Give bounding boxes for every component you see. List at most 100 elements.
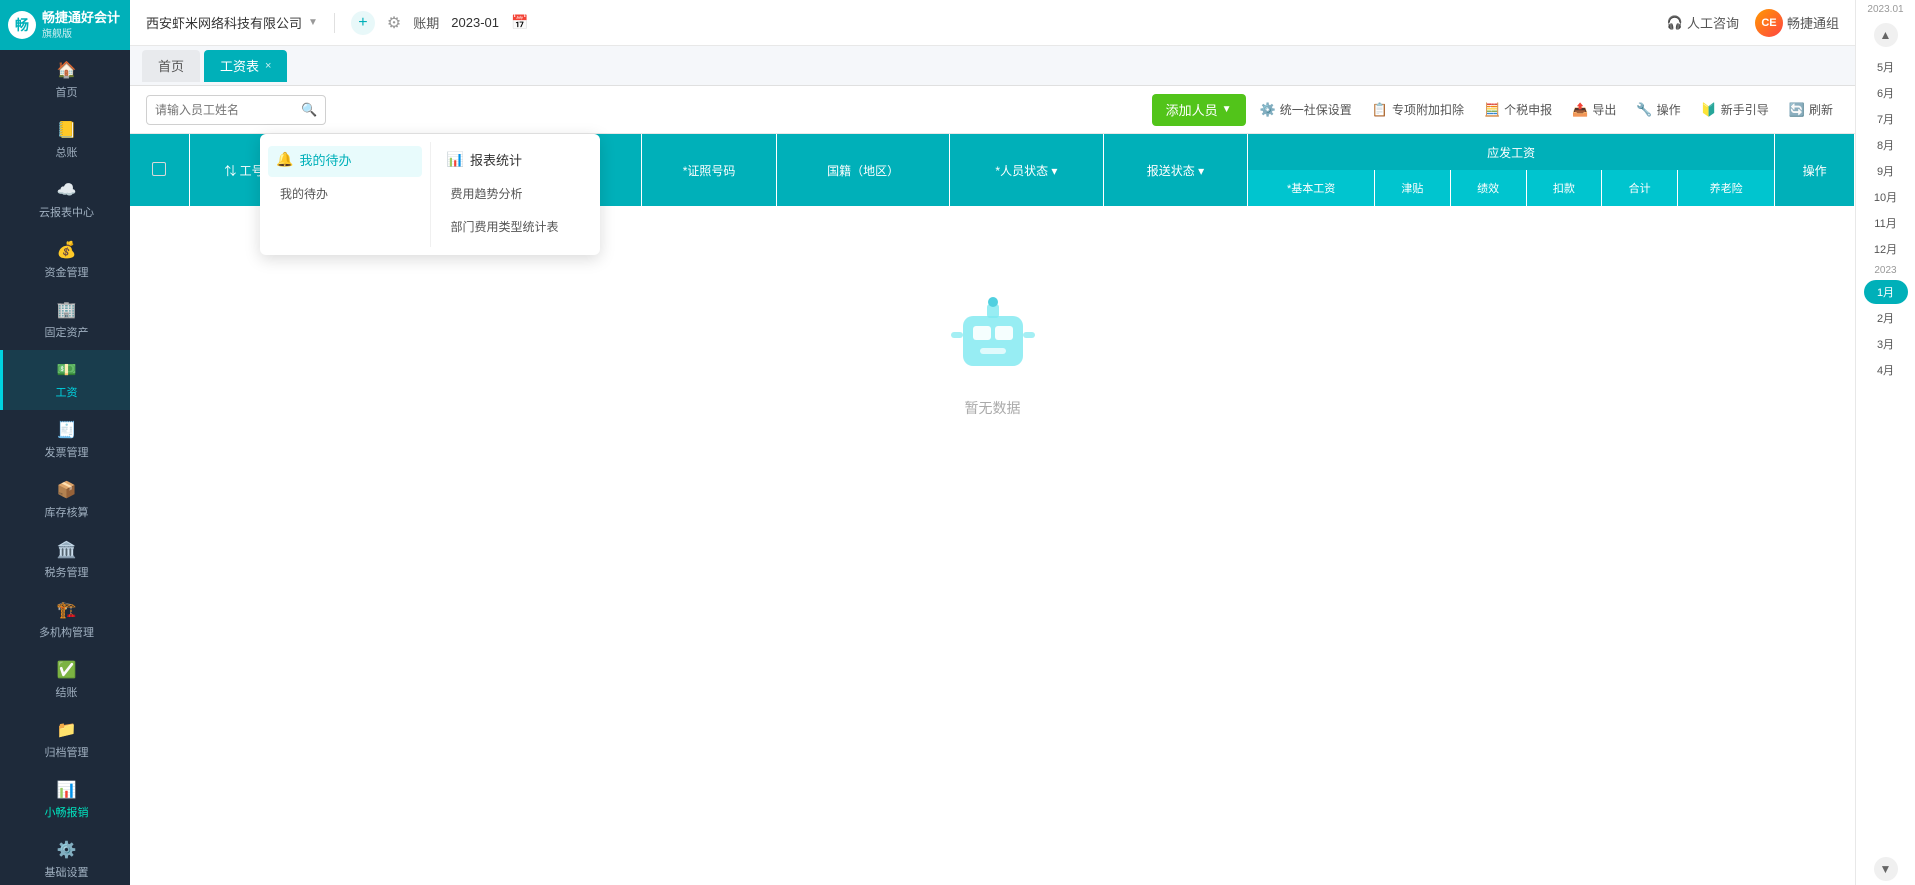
- col2-title-label: 报表统计: [470, 150, 522, 169]
- timeline-month-m4[interactable]: 4月: [1864, 358, 1908, 382]
- sidebar-label-xiaochang: 小畅报销: [45, 804, 89, 820]
- tab-payroll-tab[interactable]: 工资表×: [204, 50, 287, 82]
- timeline-panel: 2023.01 ▲ 5月6月7月8月9月10月11月12月20231月2月3月4…: [1855, 0, 1915, 885]
- search-input[interactable]: [155, 103, 295, 117]
- add-person-arrow: ▼: [1222, 104, 1232, 115]
- toolbar-action-special-deduction[interactable]: 📋专项附加扣除: [1366, 95, 1470, 125]
- timeline-month-m7[interactable]: 7月: [1864, 107, 1908, 131]
- sidebar-label-closing: 结账: [56, 684, 78, 700]
- sidebar-item-inventory[interactable]: 📦库存核算: [0, 470, 130, 530]
- dropdown-col1-title: 🔔 我的待办: [268, 146, 422, 177]
- dropdown-col-1: 🔔 我的待办 我的待办: [260, 134, 430, 255]
- toolbar-action-refresh[interactable]: 🔄刷新: [1783, 95, 1839, 125]
- toolbar-action-new-guide[interactable]: 🔰新手引导: [1695, 95, 1775, 125]
- sidebar-icon-inventory: 📦: [57, 480, 77, 500]
- sidebar-item-fixed-asset[interactable]: 🏢固定资产: [0, 290, 130, 350]
- col-header-checkbox[interactable]: [130, 134, 189, 206]
- timeline-month-m3[interactable]: 3月: [1864, 332, 1908, 356]
- dropdown-popup: 🔔 我的待办 我的待办 📊 报表统计 费用趋势分析 部门费用类型统计表: [260, 134, 600, 255]
- sidebar-item-closing[interactable]: ✅ 结账: [0, 650, 130, 710]
- timeline-month-m1[interactable]: 1月: [1864, 280, 1908, 304]
- select-all-checkbox[interactable]: [152, 162, 166, 176]
- add-person-button[interactable]: 添加人员 ▼: [1152, 94, 1246, 126]
- sidebar-icon-ledger: 📒: [57, 120, 77, 140]
- calendar-icon[interactable]: 📅: [511, 14, 528, 31]
- sidebar: 畅 畅捷通好会计 旗舰版 🏠首页 📒 总账 ☁️云报表中心💰资金管理🏢固定资产💵工资🧾…: [0, 0, 130, 885]
- timeline-scroll-down-btn[interactable]: ▼: [1874, 857, 1898, 881]
- col-header-basic-wage: *基本工资: [1248, 170, 1375, 206]
- settings-icon[interactable]: ⚙: [387, 13, 401, 33]
- app-name: 畅捷通好会计: [42, 10, 120, 26]
- sidebar-item-archive[interactable]: 📁归档管理: [0, 710, 130, 770]
- timeline-month-m6[interactable]: 6月: [1864, 81, 1908, 105]
- sidebar-icon-tax: 🏛️: [57, 540, 77, 560]
- sidebar-item-multi-org[interactable]: 🏗️多机构管理: [0, 590, 130, 650]
- action-label-export: 导出: [1592, 101, 1616, 118]
- sidebar-item-payroll[interactable]: 💵工资: [0, 350, 130, 410]
- sidebar-label-payroll: 工资: [56, 384, 78, 400]
- sidebar-label-multi-org: 多机构管理: [39, 624, 94, 640]
- sidebar-item-fund[interactable]: 💰资金管理: [0, 230, 130, 290]
- avatar: CE: [1755, 9, 1783, 37]
- sidebar-item-invoice[interactable]: 🧾发票管理: [0, 410, 130, 470]
- customer-service-btn[interactable]: 🎧 人工咨询: [1667, 13, 1739, 32]
- col-header-nationality: 国籍（地区）: [777, 134, 950, 206]
- col-header-person-status: *人员状态 ▾: [950, 134, 1104, 206]
- timeline-months: 5月6月7月8月9月10月11月12月20231月2月3月4月: [1864, 51, 1908, 853]
- dropdown-item-dept-cost[interactable]: 部门费用类型统计表: [431, 210, 601, 243]
- sidebar-icon-closing: ✅: [57, 660, 77, 680]
- dropdown-item-cost-trend[interactable]: 费用趋势分析: [431, 177, 601, 210]
- timeline-month-m12[interactable]: 12月: [1864, 237, 1908, 261]
- user-info[interactable]: CE 畅捷通组: [1755, 9, 1839, 37]
- add-person-label: 添加人员: [1166, 100, 1218, 119]
- toolbar-action-social-insurance[interactable]: ⚙️统一社保设置: [1254, 95, 1358, 125]
- company-select[interactable]: 西安虾米网络科技有限公司 ▼: [146, 13, 318, 32]
- search-icon[interactable]: 🔍: [301, 102, 317, 118]
- action-icon-operations: 🔧: [1636, 102, 1652, 118]
- timeline-month-m2[interactable]: 2月: [1864, 306, 1908, 330]
- action-label-new-guide: 新手引导: [1721, 101, 1769, 118]
- sidebar-icon-fixed-asset: 🏢: [57, 300, 77, 320]
- todo-icon: 🔔: [276, 151, 293, 168]
- dropdown-col-2: 📊 报表统计 费用趋势分析 部门费用类型统计表: [431, 134, 601, 255]
- tab-close-payroll-tab[interactable]: ×: [265, 60, 271, 72]
- col-header-bonus: 绩效: [1450, 170, 1526, 206]
- app-logo: 畅 畅捷通好会计 旗舰版: [0, 0, 130, 50]
- app-sub: 旗舰版: [42, 25, 120, 40]
- dropdown-col2-title: 📊 报表统计: [431, 146, 601, 177]
- sidebar-item-ledger[interactable]: 📒 总账: [0, 110, 130, 170]
- timeline-month-m9[interactable]: 9月: [1864, 159, 1908, 183]
- sidebar-label-archive: 归档管理: [45, 744, 89, 760]
- action-label-operations: 操作: [1657, 101, 1681, 118]
- col-header-deduct: 扣款: [1526, 170, 1602, 206]
- sidebar-label-invoice: 发票管理: [45, 444, 89, 460]
- timeline-month-m11[interactable]: 11月: [1864, 211, 1908, 235]
- tab-home-tab[interactable]: 首页: [142, 50, 200, 82]
- user-name: 畅捷通组: [1787, 13, 1839, 32]
- sidebar-item-cloud-report[interactable]: ☁️云报表中心: [0, 170, 130, 230]
- timeline-scroll-up-btn[interactable]: ▲: [1874, 23, 1898, 47]
- toolbar-action-tax-declare[interactable]: 🧮个税申报: [1478, 95, 1558, 125]
- sidebar-item-xiaochang[interactable]: 📊 小畅报销: [0, 770, 130, 830]
- add-company-button[interactable]: +: [351, 11, 375, 35]
- dropdown-item-my-todo[interactable]: 我的待办: [260, 177, 430, 210]
- sidebar-item-tax[interactable]: 🏛️税务管理: [0, 530, 130, 590]
- tab-bar: 首页工资表×: [130, 46, 1855, 86]
- sidebar-item-home[interactable]: 🏠首页: [0, 50, 130, 110]
- toolbar-action-export[interactable]: 📤导出: [1566, 95, 1622, 125]
- timeline-month-m8[interactable]: 8月: [1864, 133, 1908, 157]
- main-area: 西安虾米网络科技有限公司 ▼ + ⚙ 账期 2023-01 📅 🎧 人工咨询 C…: [130, 0, 1855, 885]
- sidebar-item-basic-settings[interactable]: ⚙️基础设置: [0, 830, 130, 885]
- timeline-month-m5[interactable]: 5月: [1864, 55, 1908, 79]
- service-label: 人工咨询: [1687, 13, 1739, 32]
- sidebar-icon-fund: 💰: [57, 240, 77, 260]
- sidebar-label-ledger: 总账: [56, 144, 78, 160]
- timeline-month-m10[interactable]: 10月: [1864, 185, 1908, 209]
- col-header-id-no: *证照号码: [641, 134, 776, 206]
- toolbar-action-operations[interactable]: 🔧 操作: [1630, 95, 1686, 125]
- col-header-actions: 操作: [1775, 134, 1855, 206]
- sidebar-label-cloud-report: 云报表中心: [39, 204, 94, 220]
- sidebar-icon-xiaochang: 📊: [57, 780, 77, 800]
- topbar-divider-1: [334, 13, 335, 33]
- timeline-year-label: 2023.01: [1867, 0, 1903, 19]
